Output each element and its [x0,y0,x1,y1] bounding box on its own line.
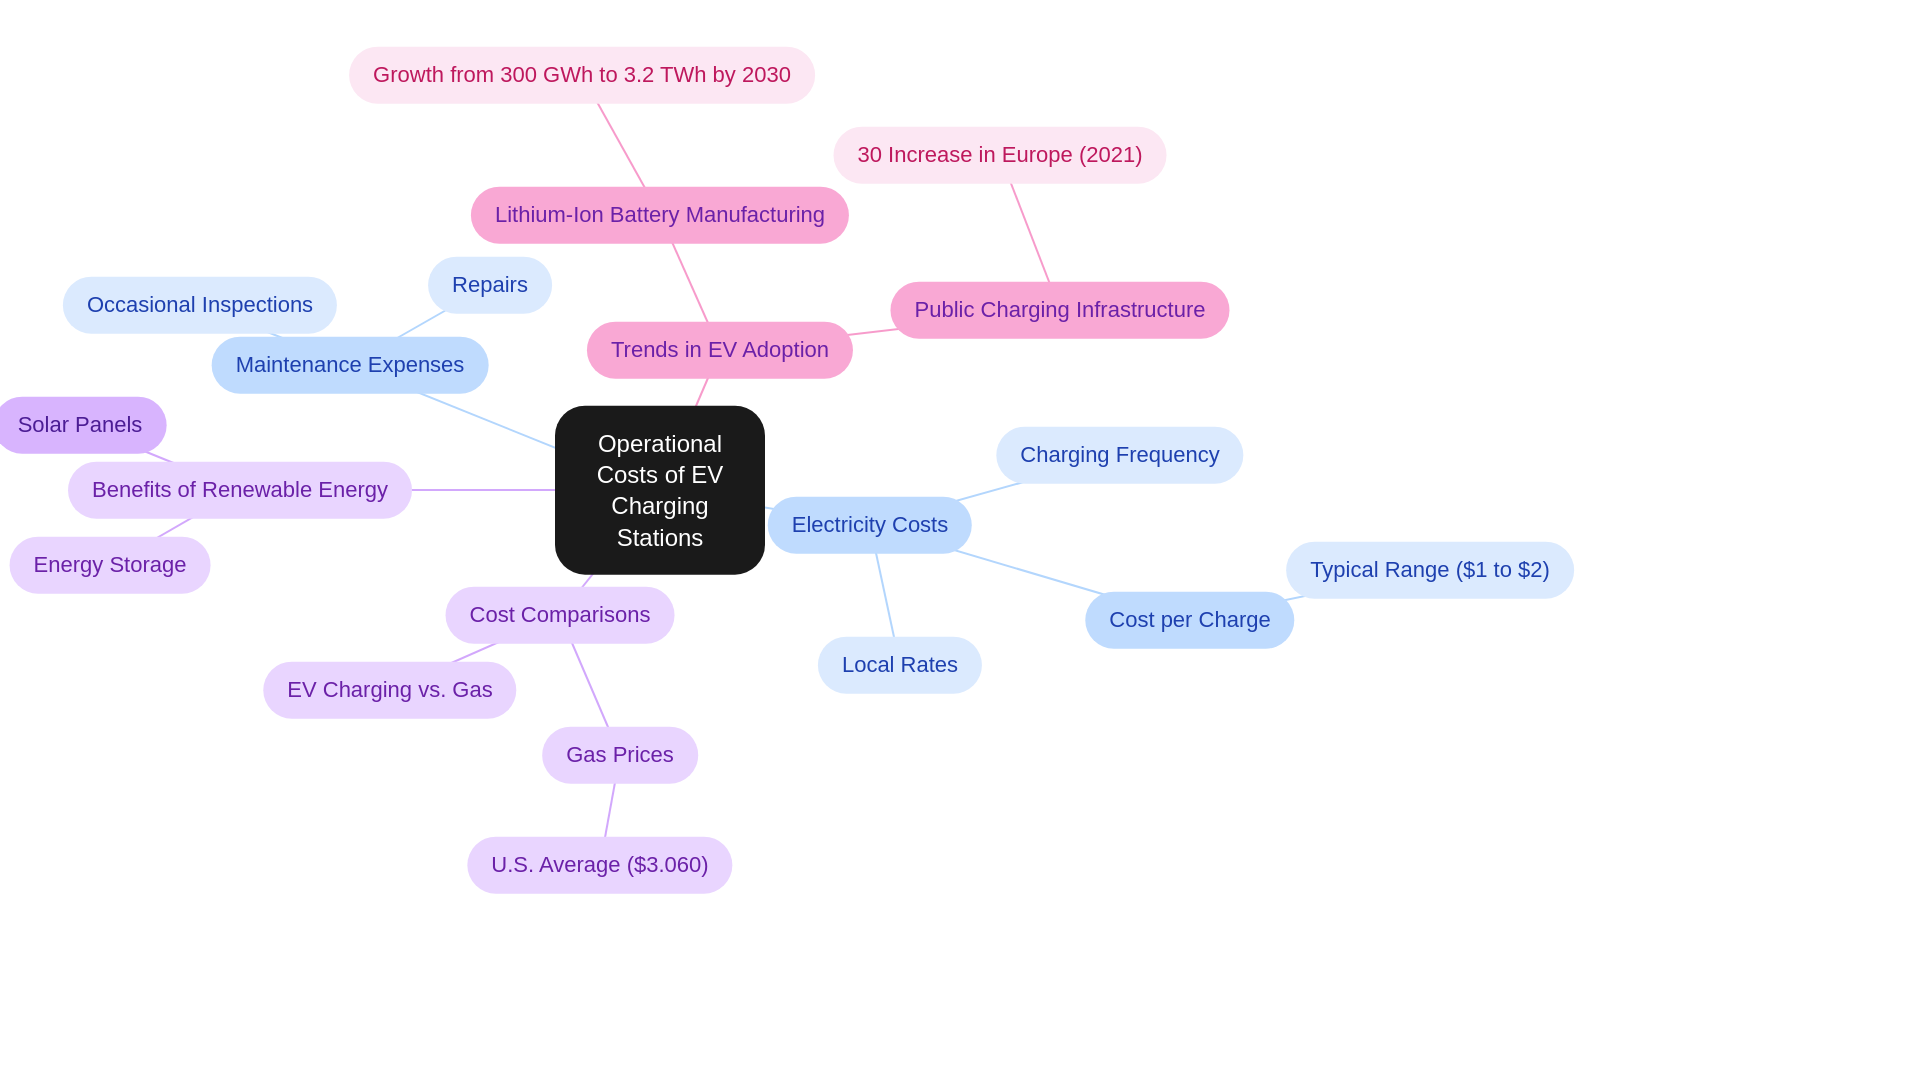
node-charging_freq: Charging Frequency [996,427,1243,484]
node-lithium: Lithium-Ion Battery Manufacturing [471,187,849,244]
mindmap-container: Operational Costs of EV Charging Station… [0,0,1920,1083]
node-repairs: Repairs [428,257,552,314]
node-local_rates: Local Rates [818,637,982,694]
node-growth: Growth from 300 GWh to 3.2 TWh by 2030 [349,47,815,104]
node-public_charging: Public Charging Infrastructure [890,282,1229,339]
node-cost_comparisons: Cost Comparisons [446,587,675,644]
node-renewable: Benefits of Renewable Energy [68,462,412,519]
node-solar: Solar Panels [0,397,166,454]
node-electricity: Electricity Costs [768,497,972,554]
node-gas_prices: Gas Prices [542,727,698,784]
node-typical_range: Typical Range ($1 to $2) [1286,542,1574,599]
node-inspections: Occasional Inspections [63,277,337,334]
node-us_average: U.S. Average ($3.060) [467,837,732,894]
node-center: Operational Costs of EV Charging Station… [555,406,765,575]
node-storage: Energy Storage [10,537,211,594]
node-ev_vs_gas: EV Charging vs. Gas [263,662,516,719]
node-trends: Trends in EV Adoption [587,322,853,379]
node-maintenance: Maintenance Expenses [212,337,489,394]
node-europe: 30 Increase in Europe (2021) [834,127,1167,184]
node-cost_per_charge: Cost per Charge [1085,592,1294,649]
